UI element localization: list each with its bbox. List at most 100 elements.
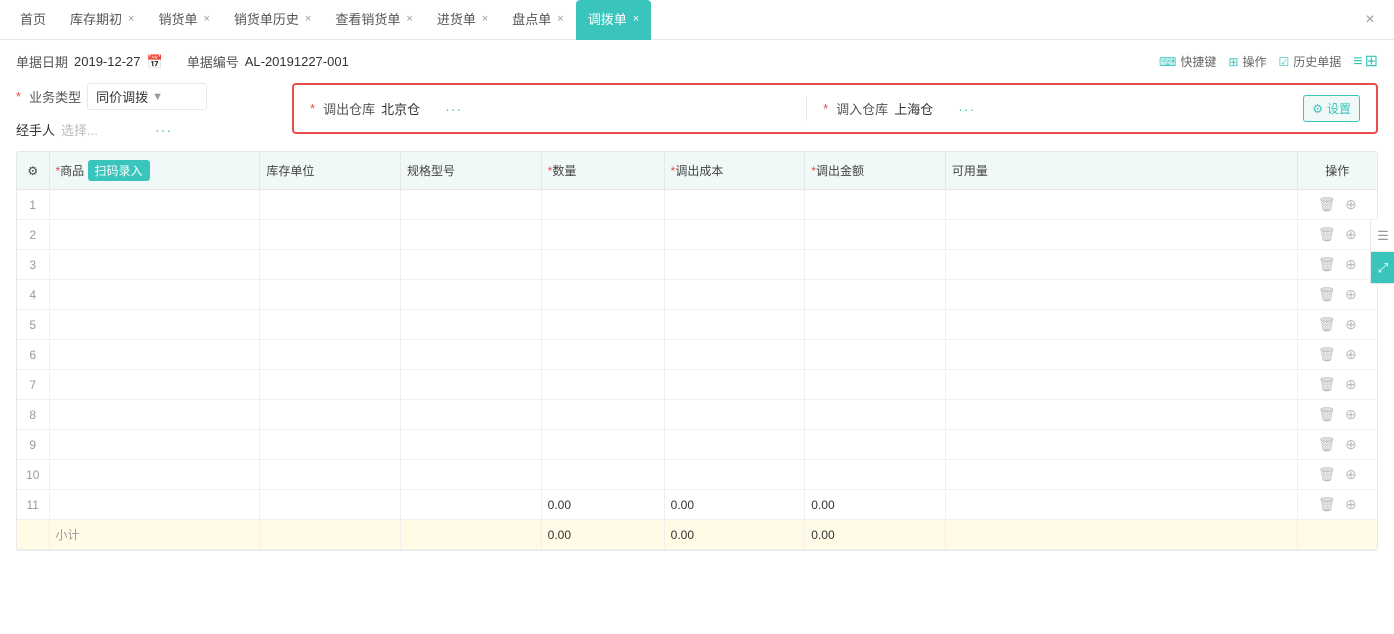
transfer-out-more[interactable]: ··· [445, 101, 462, 117]
row-product[interactable] [49, 430, 260, 460]
delete-row-icon[interactable]: 🗑 [1318, 406, 1336, 422]
row-qty[interactable] [541, 190, 664, 220]
row-product[interactable] [49, 310, 260, 340]
row-unit[interactable] [260, 400, 401, 430]
tab-sales-history-close[interactable]: × [305, 13, 311, 25]
row-cost[interactable] [664, 370, 805, 400]
row-product[interactable] [49, 370, 260, 400]
tab-sales[interactable]: 销货单 × [146, 0, 221, 40]
delete-row-icon[interactable]: 🗑 [1318, 316, 1336, 332]
row-cost[interactable] [664, 460, 805, 490]
tab-stocktake-close[interactable]: × [557, 13, 563, 25]
row-qty[interactable] [541, 280, 664, 310]
row-unit[interactable] [260, 190, 401, 220]
sidebar-expand-icon[interactable]: ⤢ [1371, 252, 1394, 284]
handler-select[interactable]: 选择... [61, 120, 141, 139]
row-unit[interactable] [260, 430, 401, 460]
row-qty[interactable] [541, 250, 664, 280]
row-spec[interactable] [401, 340, 542, 370]
operate-action[interactable]: ⊞ 操作 [1228, 53, 1266, 70]
row-product[interactable] [49, 460, 260, 490]
tab-view-sales[interactable]: 查看销货单 × [323, 0, 424, 40]
row-spec[interactable] [401, 250, 542, 280]
delete-row-icon[interactable]: 🗑 [1318, 376, 1336, 392]
tab-stocktake[interactable]: 盘点单 × [500, 0, 575, 40]
copy-row-icon[interactable]: ⊕ [1345, 226, 1357, 242]
row-qty[interactable] [541, 220, 664, 250]
row-cost[interactable] [664, 340, 805, 370]
row-qty[interactable] [541, 430, 664, 460]
row-amount[interactable] [805, 430, 946, 460]
row-amount[interactable] [805, 340, 946, 370]
tab-transfer[interactable]: 调拨单 × [576, 0, 651, 40]
row-qty[interactable] [541, 370, 664, 400]
row-unit[interactable] [260, 220, 401, 250]
handler-more[interactable]: ··· [155, 122, 172, 138]
tab-home[interactable]: 首页 [8, 0, 58, 40]
row-amount[interactable] [805, 400, 946, 430]
row-product[interactable] [49, 400, 260, 430]
row-unit[interactable] [260, 460, 401, 490]
row-unit[interactable] [260, 340, 401, 370]
delete-row-icon[interactable]: 🗑 [1318, 226, 1336, 242]
tab-view-sales-close[interactable]: × [406, 13, 412, 25]
row-amount[interactable] [805, 370, 946, 400]
delete-row-icon[interactable]: 🗑 [1318, 196, 1336, 212]
delete-row-icon[interactable]: 🗑 [1318, 286, 1336, 302]
copy-row-icon[interactable]: ⊕ [1345, 406, 1357, 422]
row-qty[interactable] [541, 340, 664, 370]
row-cost[interactable] [664, 430, 805, 460]
settings-button[interactable]: ⚙ 设置 [1303, 95, 1360, 122]
copy-row-icon[interactable]: ⊕ [1345, 436, 1357, 452]
view-toggle[interactable]: ≡ ⊞ [1353, 54, 1378, 70]
row-spec[interactable] [401, 400, 542, 430]
delete-row-icon[interactable]: 🗑 [1318, 466, 1336, 482]
row-unit[interactable] [260, 310, 401, 340]
row-amount[interactable] [805, 250, 946, 280]
row-cost[interactable] [664, 400, 805, 430]
row-amount[interactable] [805, 280, 946, 310]
window-close-button[interactable]: × [1354, 4, 1386, 36]
row-product[interactable] [49, 190, 260, 220]
sidebar-doc-icon[interactable]: ☰ [1371, 220, 1394, 252]
row-amount[interactable] [805, 460, 946, 490]
copy-row-icon[interactable]: ⊕ [1345, 286, 1357, 302]
row-qty[interactable] [541, 460, 664, 490]
copy-row-icon[interactable]: ⊕ [1345, 466, 1357, 482]
delete-row-icon[interactable]: 🗑 [1318, 436, 1336, 452]
row-spec[interactable] [401, 220, 542, 250]
row-spec[interactable] [401, 460, 542, 490]
col-gear[interactable]: ⚙ [17, 152, 49, 190]
copy-row-icon[interactable]: ⊕ [1345, 256, 1357, 272]
row-product[interactable] [49, 280, 260, 310]
row-spec[interactable] [401, 190, 542, 220]
row-unit[interactable] [260, 370, 401, 400]
transfer-in-more[interactable]: ··· [958, 101, 975, 117]
tab-purchase-close[interactable]: × [482, 13, 488, 25]
copy-row-icon[interactable]: ⊕ [1345, 346, 1357, 362]
row-product[interactable] [49, 220, 260, 250]
row-qty[interactable] [541, 310, 664, 340]
row-amount[interactable] [805, 190, 946, 220]
row-product[interactable] [49, 250, 260, 280]
calendar-icon[interactable]: 📅 [147, 54, 163, 70]
row-spec[interactable] [401, 430, 542, 460]
row-cost[interactable] [664, 220, 805, 250]
copy-row-icon[interactable]: ⊕ [1345, 376, 1357, 392]
row-cost[interactable] [664, 310, 805, 340]
row-unit[interactable] [260, 250, 401, 280]
row-cost[interactable] [664, 190, 805, 220]
row-cost[interactable] [664, 280, 805, 310]
delete-row-icon[interactable]: 🗑 [1318, 256, 1336, 272]
row-amount[interactable] [805, 220, 946, 250]
business-type-dropdown[interactable]: 同价调拨 ▼ [87, 83, 207, 110]
tab-sales-history[interactable]: 销货单历史 × [222, 0, 323, 40]
row-amount[interactable] [805, 310, 946, 340]
row-spec[interactable] [401, 310, 542, 340]
scan-entry-button[interactable]: 扫码录入 [88, 160, 150, 181]
row-spec[interactable] [401, 280, 542, 310]
tab-transfer-close[interactable]: × [633, 13, 639, 25]
shortcut-action[interactable]: ⌨ 快捷键 [1159, 53, 1216, 70]
copy-row-icon[interactable]: ⊕ [1345, 196, 1357, 212]
row-cost[interactable] [664, 250, 805, 280]
